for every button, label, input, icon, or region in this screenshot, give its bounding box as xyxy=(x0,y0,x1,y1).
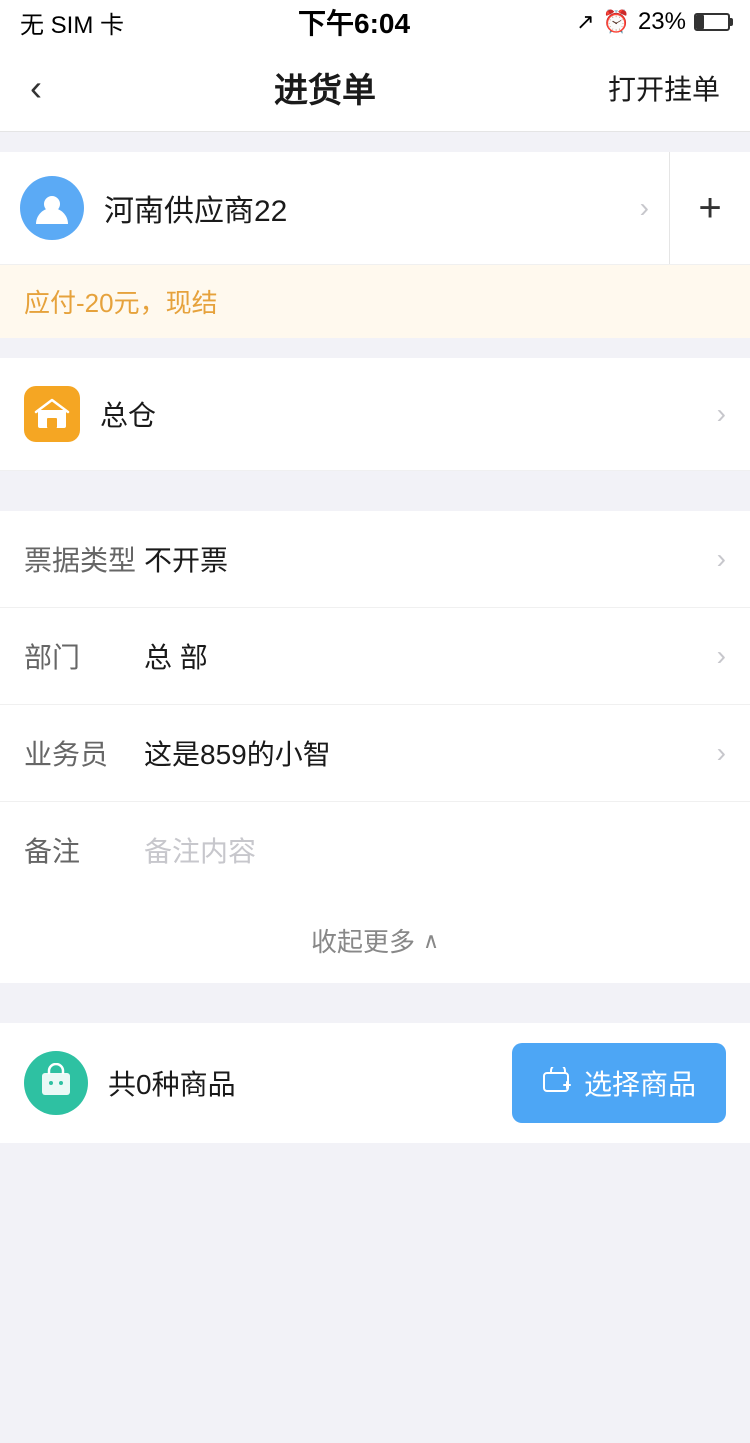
warehouse-name: 总仓 xyxy=(100,394,707,434)
collapse-button[interactable]: 收起更多 ∧ xyxy=(0,898,750,983)
product-count: 共0种商品 xyxy=(108,1063,492,1103)
remark-label: 备注 xyxy=(24,830,144,870)
salesperson-label: 业务员 xyxy=(24,733,144,773)
open-pending-button[interactable]: 打开挂单 xyxy=(608,68,720,108)
cart-icon xyxy=(542,1067,574,1099)
select-product-button[interactable]: 选择商品 xyxy=(512,1043,726,1123)
department-value: 总 部 xyxy=(144,636,707,676)
salesperson-chevron-icon: › xyxy=(717,737,726,769)
back-button[interactable]: ‹ xyxy=(30,67,42,109)
status-right: ↗ ⏰ 23% xyxy=(576,8,730,36)
supplier-avatar xyxy=(20,176,84,240)
collapse-label: 收起更多 xyxy=(311,922,415,959)
remark-row[interactable]: 备注 备注内容 xyxy=(0,802,750,898)
supplier-section: 河南供应商22 › + xyxy=(0,152,750,264)
invoice-type-chevron-icon: › xyxy=(717,543,726,575)
add-supplier-button[interactable]: + xyxy=(670,152,750,264)
location-icon: ↗ xyxy=(576,9,594,35)
battery-label: 23% xyxy=(638,8,686,36)
warehouse-chevron-icon: › xyxy=(717,398,726,430)
form-section: 票据类型 不开票 › 部门 总 部 › 业务员 这是859的小智 › 备注 备注… xyxy=(0,511,750,898)
carrier-label: 无 SIM 卡 xyxy=(20,5,124,40)
status-bar: 无 SIM 卡 下午6:04 ↗ ⏰ 23% xyxy=(0,0,750,44)
salesperson-value: 这是859的小智 xyxy=(144,733,707,773)
bottom-section: 共0种商品 选择商品 xyxy=(0,1023,750,1143)
supplier-selector[interactable]: 河南供应商22 › xyxy=(0,152,670,264)
invoice-type-value: 不开票 xyxy=(144,539,707,579)
supplier-name: 河南供应商22 xyxy=(104,186,630,230)
section-gap-4 xyxy=(0,983,750,1003)
warehouse-row[interactable]: 总仓 › xyxy=(0,358,750,471)
notice-row: 应付-20元，现结 xyxy=(0,264,750,338)
nav-bar: ‹ 进货单 打开挂单 xyxy=(0,44,750,132)
salesperson-row[interactable]: 业务员 这是859的小智 › xyxy=(0,705,750,802)
product-icon-bg xyxy=(24,1051,88,1115)
notice-text: 应付-20元，现结 xyxy=(24,288,218,318)
status-time: 下午6:04 xyxy=(298,2,410,42)
department-label: 部门 xyxy=(24,636,144,676)
section-gap-2 xyxy=(0,338,750,358)
remark-input[interactable]: 备注内容 xyxy=(144,830,726,870)
page-title: 进货单 xyxy=(274,63,376,112)
alarm-icon: ⏰ xyxy=(603,9,630,35)
section-gap-3 xyxy=(0,471,750,491)
invoice-type-label: 票据类型 xyxy=(24,539,144,579)
add-icon: + xyxy=(698,186,721,231)
select-product-label: 选择商品 xyxy=(584,1063,696,1103)
status-left: 无 SIM 卡 xyxy=(20,5,132,40)
supplier-chevron-icon: › xyxy=(640,192,649,224)
battery-icon xyxy=(694,13,730,31)
page-background xyxy=(0,1143,750,1443)
invoice-type-row[interactable]: 票据类型 不开票 › xyxy=(0,511,750,608)
collapse-icon: ∧ xyxy=(423,928,439,954)
warehouse-icon-bg xyxy=(24,386,80,442)
department-row[interactable]: 部门 总 部 › xyxy=(0,608,750,705)
section-gap-1 xyxy=(0,132,750,152)
department-chevron-icon: › xyxy=(717,640,726,672)
